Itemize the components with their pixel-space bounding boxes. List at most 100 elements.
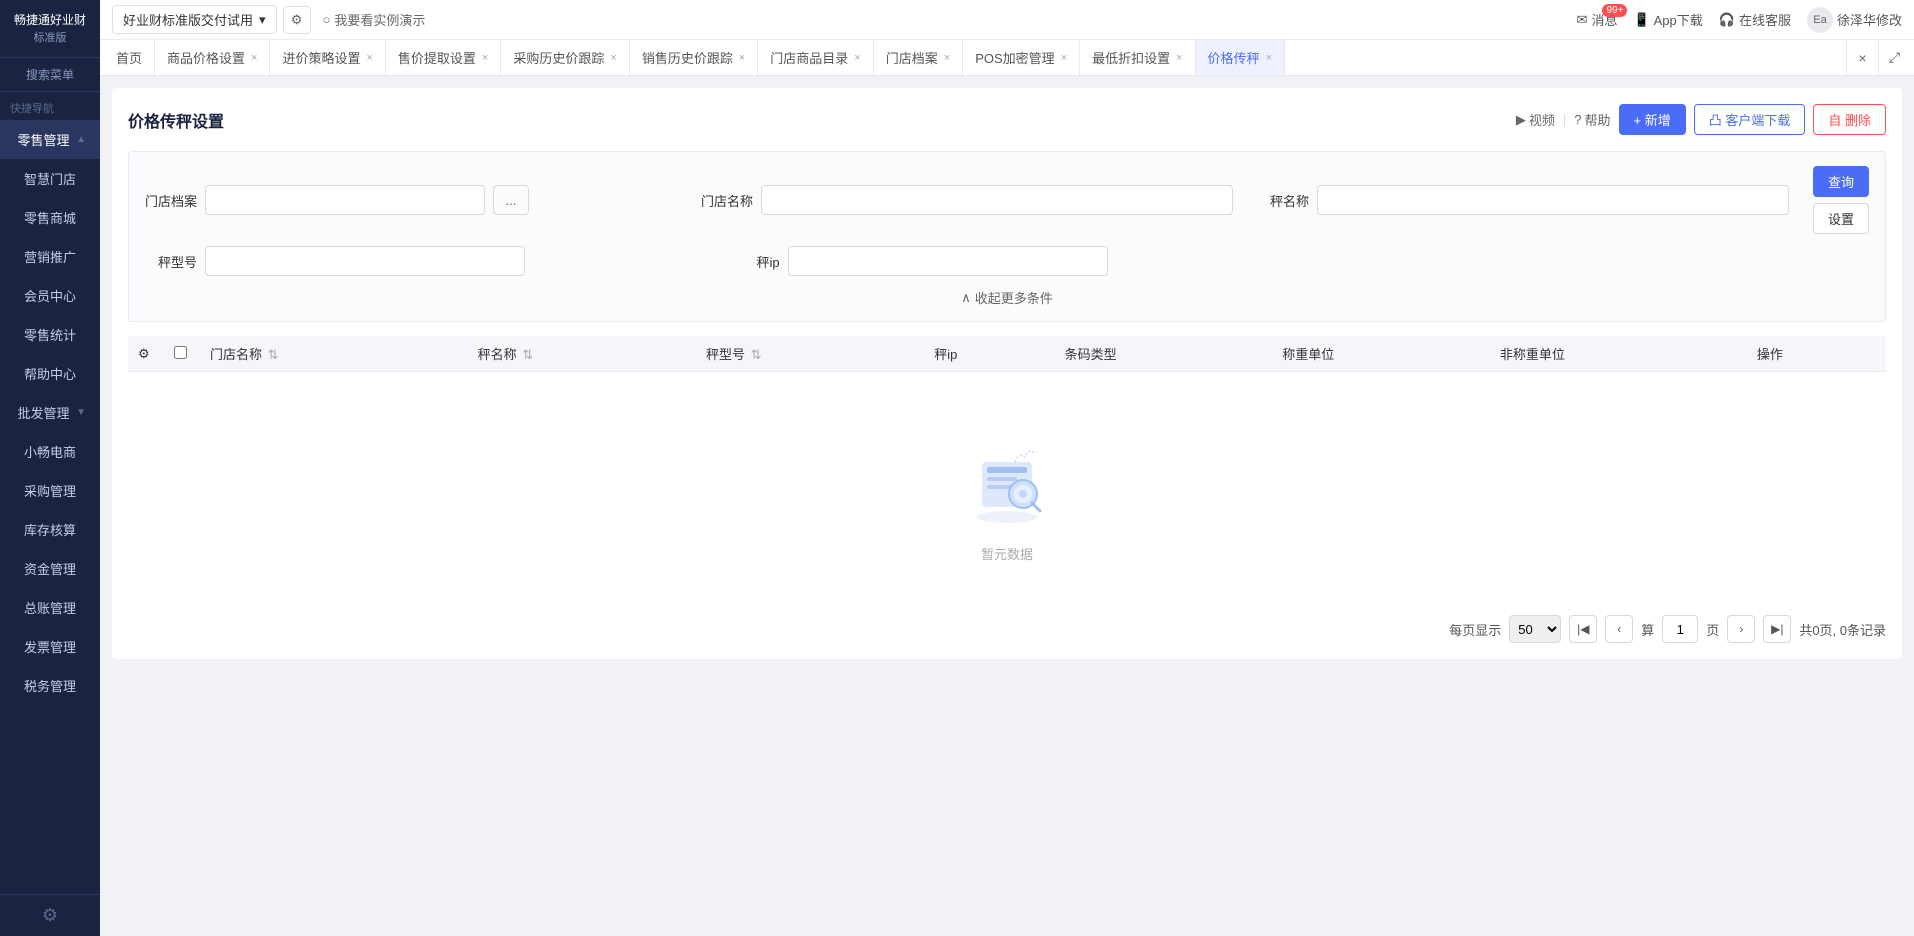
add-button[interactable]: + 新增 xyxy=(1619,104,1686,135)
close-tab-button[interactable]: × xyxy=(1846,40,1878,76)
store-name-field: 门店名称 xyxy=(701,185,1233,215)
sidebar-item-label: 智慧门店 xyxy=(24,169,76,188)
prev-page-button[interactable]: ‹ xyxy=(1605,615,1633,643)
tab-close-icon[interactable]: × xyxy=(739,52,745,64)
page-content: 价格传秤设置 ▶ 视频 | ? 帮助 + 新增 凸 客户端 xyxy=(100,76,1914,936)
store-file-input[interactable] xyxy=(205,185,485,215)
header-gear-button[interactable]: ⚙ xyxy=(283,6,311,34)
page-label: 算 xyxy=(1641,620,1654,639)
tab-close-icon[interactable]: × xyxy=(1176,52,1182,64)
store-name-input[interactable] xyxy=(761,185,1233,215)
sidebar-item-online-store[interactable]: 零售商城 xyxy=(0,198,100,237)
sidebar-item-smart-store[interactable]: 智慧门店 xyxy=(0,159,100,198)
tab-purchase-history[interactable]: 采购历史价跟踪 × xyxy=(501,40,629,76)
scale-ip-input[interactable] xyxy=(788,246,1108,276)
last-page-button[interactable]: ▶| xyxy=(1763,615,1791,643)
collapse-row: ∧ 收起更多条件 xyxy=(145,288,1869,307)
sidebar-item-purchase-mgmt[interactable]: 采购管理 xyxy=(0,471,100,510)
sidebar-item-retail-mgmt[interactable]: 零售管理 ▲ xyxy=(0,120,100,159)
delete-button[interactable]: 自 删除 xyxy=(1813,104,1886,135)
page-unit: 页 xyxy=(1706,620,1719,639)
sidebar-item-xiaochang[interactable]: 小畅电商 xyxy=(0,432,100,471)
per-page-select[interactable]: 10 20 50 100 xyxy=(1509,615,1561,643)
query-button[interactable]: 查询 xyxy=(1813,166,1869,197)
tab-close-icon[interactable]: × xyxy=(1061,52,1067,64)
sidebar-settings-icon[interactable]: ⚙ xyxy=(0,894,100,936)
user-menu[interactable]: Ea 徐泽华修改 xyxy=(1807,7,1902,33)
sort-icon[interactable]: ⇅ xyxy=(268,347,279,362)
tab-price-scale[interactable]: 价格传秤 × xyxy=(1196,40,1285,76)
collapse-label: 收起更多条件 xyxy=(975,288,1053,307)
sidebar-item-label: 批发管理 xyxy=(14,403,73,422)
sidebar-item-inventory[interactable]: 库存核算 xyxy=(0,510,100,549)
page-actions-left: ▶ 视频 | ? 帮助 xyxy=(1516,110,1611,129)
sidebar-item-general-ledger[interactable]: 总账管理 xyxy=(0,588,100,627)
form-row-1: 门店档案 ... 门店名称 秤名称 查询 设置 xyxy=(145,166,1869,234)
tab-home[interactable]: 首页 xyxy=(104,40,155,76)
first-page-button[interactable]: |◀ xyxy=(1569,615,1597,643)
help-link[interactable]: ? 帮助 xyxy=(1574,110,1610,129)
th-store-name: 门店名称 ⇅ xyxy=(200,336,468,372)
sidebar-item-member-center[interactable]: 会员中心 xyxy=(0,276,100,315)
sidebar-item-label: 会员中心 xyxy=(24,286,76,305)
video-link[interactable]: ▶ 视频 xyxy=(1516,110,1555,129)
th-checkbox[interactable] xyxy=(164,336,200,372)
sidebar-item-invoice-mgmt[interactable]: 发票管理 xyxy=(0,627,100,666)
tab-purchase-strategy[interactable]: 进价策略设置 × xyxy=(270,40,385,76)
tab-product-price[interactable]: 商品价格设置 × xyxy=(155,40,270,76)
page-title: 价格传秤设置 xyxy=(128,108,224,132)
chevron-up-icon: ∧ xyxy=(961,290,971,306)
tab-close-icon[interactable]: × xyxy=(854,52,860,64)
online-service-button[interactable]: 🎧 在线客服 xyxy=(1719,10,1791,29)
sidebar-item-finance-mgmt[interactable]: 资金管理 xyxy=(0,549,100,588)
tab-close-icon[interactable]: × xyxy=(1266,52,1272,64)
tab-close-icon[interactable]: × xyxy=(610,52,616,64)
sort-icon[interactable]: ⇅ xyxy=(751,347,762,362)
th-scale-name-label: 秤名称 xyxy=(478,347,517,362)
sort-icon[interactable]: ⇅ xyxy=(522,347,533,362)
total-info: 共0页, 0条记录 xyxy=(1799,620,1886,639)
select-all-checkbox[interactable] xyxy=(174,346,187,359)
tab-sale-extract[interactable]: 售价提取设置 × xyxy=(386,40,501,76)
tab-close-icon[interactable]: × xyxy=(366,52,372,64)
gear-icon: ⚙ xyxy=(291,12,303,28)
sidebar-item-help-center[interactable]: 帮助中心 xyxy=(0,354,100,393)
expand-tab-button[interactable]: ⤢ xyxy=(1878,40,1910,76)
tab-close-icon[interactable]: × xyxy=(251,52,257,64)
scale-ip-field: 秤ip xyxy=(728,246,1287,276)
tab-bar-actions: × ⤢ xyxy=(1846,40,1910,76)
sidebar-item-wholesale-mgmt[interactable]: 批发管理 ▼ xyxy=(0,393,100,432)
sidebar-item-marketing[interactable]: 营销推广 xyxy=(0,237,100,276)
sidebar-search[interactable]: 搜索菜单 xyxy=(0,58,100,92)
tab-label: 进价策略设置 xyxy=(282,48,360,67)
next-page-button[interactable]: › xyxy=(1727,615,1755,643)
app-download-button[interactable]: 📱 App下载 xyxy=(1633,10,1702,29)
tab-label: 首页 xyxy=(116,48,142,67)
store-file-ellipsis[interactable]: ... xyxy=(493,185,529,215)
tab-label: 售价提取设置 xyxy=(398,48,476,67)
demo-link[interactable]: ○ 我要看实例演示 xyxy=(323,10,426,29)
tab-label: 门店商品目录 xyxy=(770,48,848,67)
version-label: 好业财标准版交付试用 xyxy=(123,10,253,29)
tab-sale-history[interactable]: 销售历史价跟踪 × xyxy=(630,40,758,76)
tab-store-catalog[interactable]: 门店商品目录 × xyxy=(758,40,873,76)
tab-pos-mgmt[interactable]: POS加密管理 × xyxy=(963,40,1080,76)
download-button[interactable]: 凸 客户端下载 xyxy=(1694,104,1806,135)
scale-model-input[interactable] xyxy=(205,246,525,276)
search-actions: 查询 设置 xyxy=(1813,166,1869,234)
tab-close-icon[interactable]: × xyxy=(482,52,488,64)
sidebar-item-retail-stat[interactable]: 零售统计 xyxy=(0,315,100,354)
th-barcode-type: 条码类型 xyxy=(1055,336,1273,372)
tab-min-discount[interactable]: 最低折扣设置 × xyxy=(1080,40,1195,76)
settings-button[interactable]: 设置 xyxy=(1813,203,1869,234)
tab-close-icon[interactable]: × xyxy=(944,52,950,64)
collapse-button[interactable]: ∧ 收起更多条件 xyxy=(961,288,1053,307)
scale-name-input[interactable] xyxy=(1317,185,1789,215)
messages-button[interactable]: ✉ 消息 99+ xyxy=(1577,10,1618,29)
tab-store-file[interactable]: 门店档案 × xyxy=(874,40,963,76)
th-settings[interactable]: ⚙ xyxy=(128,336,164,372)
page-actions: ▶ 视频 | ? 帮助 + 新增 凸 客户端下载 自 删除 xyxy=(1516,104,1886,135)
sidebar-item-tax-mgmt[interactable]: 税务管理 xyxy=(0,666,100,705)
version-dropdown[interactable]: 好业财标准版交付试用 ▾ xyxy=(112,5,277,34)
page-number-input[interactable] xyxy=(1662,615,1698,643)
